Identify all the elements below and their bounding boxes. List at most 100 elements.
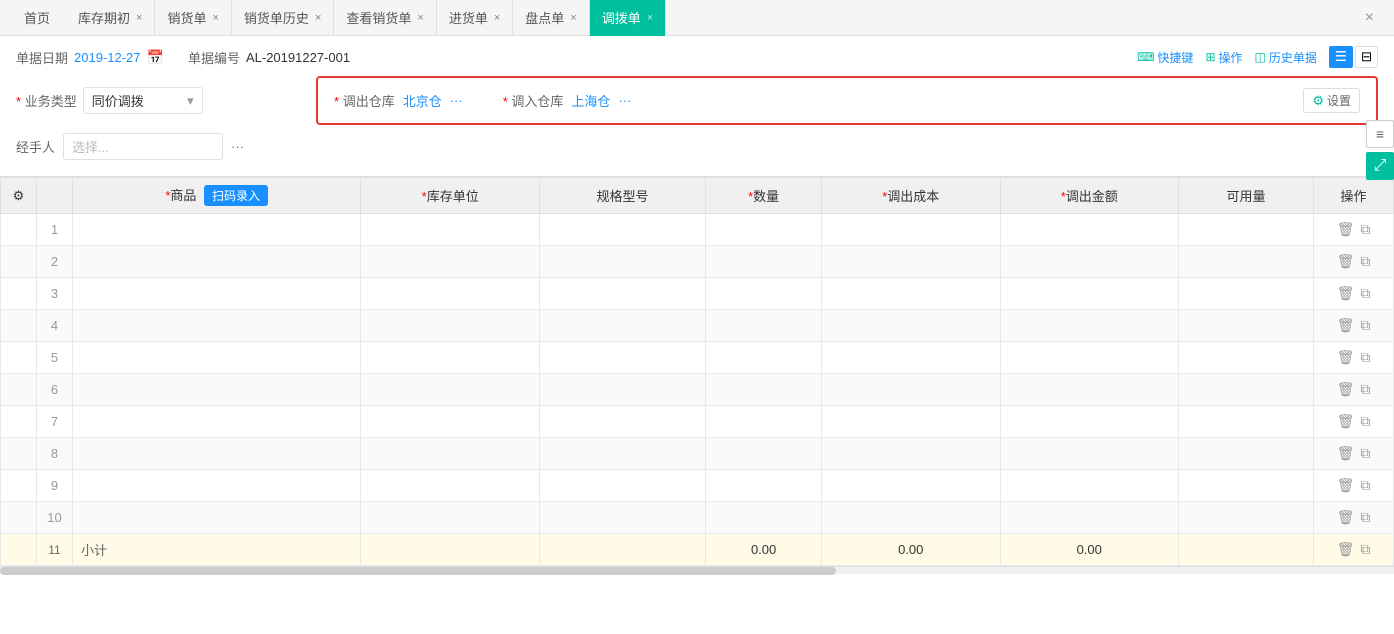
amount-cell[interactable] — [1000, 342, 1178, 374]
qty-cell[interactable] — [706, 502, 822, 534]
spec-cell[interactable] — [539, 246, 705, 278]
cost-cell[interactable] — [822, 470, 1000, 502]
tab-inventory-init[interactable]: 库存期初 × — [66, 0, 155, 36]
qty-cell[interactable] — [706, 470, 822, 502]
expand-float-button[interactable]: ⤢ — [1366, 152, 1394, 180]
amount-cell[interactable] — [1000, 214, 1178, 246]
close-all-button[interactable]: × — [1353, 9, 1386, 27]
unit-cell[interactable] — [361, 438, 539, 470]
amount-cell[interactable] — [1000, 278, 1178, 310]
copy-icon[interactable]: ⧉ — [1360, 381, 1370, 398]
operations-button[interactable]: ⊞ 操作 — [1205, 49, 1242, 66]
shortcuts-button[interactable]: ⌨ 快捷键 — [1137, 49, 1193, 66]
product-cell[interactable] — [73, 246, 361, 278]
handler-more[interactable]: ··· — [231, 139, 244, 154]
spec-cell[interactable] — [539, 374, 705, 406]
qty-cell[interactable] — [706, 214, 822, 246]
cost-cell[interactable] — [822, 310, 1000, 342]
unit-cell[interactable] — [361, 310, 539, 342]
copy-icon[interactable]: ⧉ — [1360, 285, 1370, 302]
business-type-select[interactable]: 同价调拨 ▾ — [83, 87, 203, 114]
tab-home[interactable]: 首页 — [8, 0, 66, 36]
spec-cell[interactable] — [539, 438, 705, 470]
delete-icon[interactable]: 🗑 — [1337, 221, 1355, 238]
spec-cell[interactable] — [539, 310, 705, 342]
spec-cell[interactable] — [539, 502, 705, 534]
qty-cell[interactable] — [706, 374, 822, 406]
delete-icon[interactable]: 🗑 — [1337, 445, 1355, 462]
tab-sales-order[interactable]: 销货单 × — [155, 0, 231, 36]
transfer-in-value[interactable]: 上海仓 — [571, 91, 610, 110]
settings-button[interactable]: ⚙ 设置 — [1303, 88, 1360, 113]
cost-cell[interactable] — [822, 438, 1000, 470]
delete-icon[interactable]: 🗑 — [1337, 285, 1355, 302]
amount-cell[interactable] — [1000, 470, 1178, 502]
amount-cell[interactable] — [1000, 374, 1178, 406]
copy-icon[interactable]: ⧉ — [1360, 317, 1370, 334]
product-cell[interactable] — [73, 278, 361, 310]
calendar-icon[interactable]: 📅 — [147, 49, 164, 66]
amount-cell[interactable] — [1000, 502, 1178, 534]
delete-icon[interactable]: 🗑 — [1337, 413, 1355, 430]
product-cell[interactable] — [73, 374, 361, 406]
doc-date-value[interactable]: 2019-12-27 — [74, 50, 141, 65]
scrollbar-thumb[interactable] — [0, 567, 836, 575]
gear-col-header[interactable]: ⚙ — [1, 178, 37, 214]
delete-icon[interactable]: 🗑 — [1337, 253, 1355, 270]
delete-icon[interactable]: 🗑 — [1337, 541, 1355, 558]
delete-icon[interactable]: 🗑 — [1337, 381, 1355, 398]
unit-cell[interactable] — [361, 342, 539, 374]
tab-transfer[interactable]: 调拨单 × — [590, 0, 666, 36]
unit-cell[interactable] — [361, 470, 539, 502]
unit-cell[interactable] — [361, 214, 539, 246]
cost-cell[interactable] — [822, 214, 1000, 246]
handler-select[interactable]: 选择... — [63, 133, 223, 160]
amount-cell[interactable] — [1000, 246, 1178, 278]
tab-close-icon[interactable]: × — [212, 12, 218, 24]
qty-cell[interactable] — [706, 310, 822, 342]
unit-cell[interactable] — [361, 374, 539, 406]
copy-icon[interactable]: ⧉ — [1360, 477, 1370, 494]
tab-close-icon[interactable]: × — [570, 12, 576, 24]
cost-cell[interactable] — [822, 342, 1000, 374]
transfer-out-value[interactable]: 北京仓 — [403, 91, 442, 110]
product-cell[interactable] — [73, 438, 361, 470]
delete-icon[interactable]: 🗑 — [1337, 317, 1355, 334]
qty-cell[interactable] — [706, 406, 822, 438]
tab-purchase[interactable]: 进货单 × — [437, 0, 513, 36]
copy-icon[interactable]: ⧉ — [1360, 349, 1370, 366]
product-cell[interactable] — [73, 214, 361, 246]
copy-icon[interactable]: ⧉ — [1360, 413, 1370, 430]
copy-icon[interactable]: ⧉ — [1360, 445, 1370, 462]
copy-icon[interactable]: ⧉ — [1360, 509, 1370, 526]
product-cell[interactable] — [73, 310, 361, 342]
product-cell[interactable] — [73, 502, 361, 534]
transfer-out-more[interactable]: ··· — [450, 93, 463, 108]
amount-cell[interactable] — [1000, 406, 1178, 438]
product-cell[interactable] — [73, 470, 361, 502]
unit-cell[interactable] — [361, 246, 539, 278]
tab-close-icon[interactable]: × — [315, 12, 321, 24]
product-cell[interactable] — [73, 342, 361, 374]
spec-cell[interactable] — [539, 406, 705, 438]
qty-cell[interactable] — [706, 246, 822, 278]
cost-cell[interactable] — [822, 278, 1000, 310]
tab-close-icon[interactable]: × — [494, 12, 500, 24]
cost-cell[interactable] — [822, 246, 1000, 278]
spec-cell[interactable] — [539, 214, 705, 246]
amount-cell[interactable] — [1000, 438, 1178, 470]
copy-icon[interactable]: ⧉ — [1360, 253, 1370, 270]
tab-inventory-check[interactable]: 盘点单 × — [513, 0, 589, 36]
delete-icon[interactable]: 🗑 — [1337, 477, 1355, 494]
horizontal-scrollbar[interactable] — [0, 566, 1394, 574]
cost-cell[interactable] — [822, 406, 1000, 438]
product-cell[interactable] — [73, 406, 361, 438]
unit-cell[interactable] — [361, 406, 539, 438]
tab-close-icon[interactable]: × — [647, 12, 653, 24]
spec-cell[interactable] — [539, 470, 705, 502]
tab-view-sales[interactable]: 查看销货单 × — [334, 0, 436, 36]
cost-cell[interactable] — [822, 502, 1000, 534]
amount-cell[interactable] — [1000, 310, 1178, 342]
tab-sales-history[interactable]: 销货单历史 × — [232, 0, 334, 36]
qty-cell[interactable] — [706, 278, 822, 310]
